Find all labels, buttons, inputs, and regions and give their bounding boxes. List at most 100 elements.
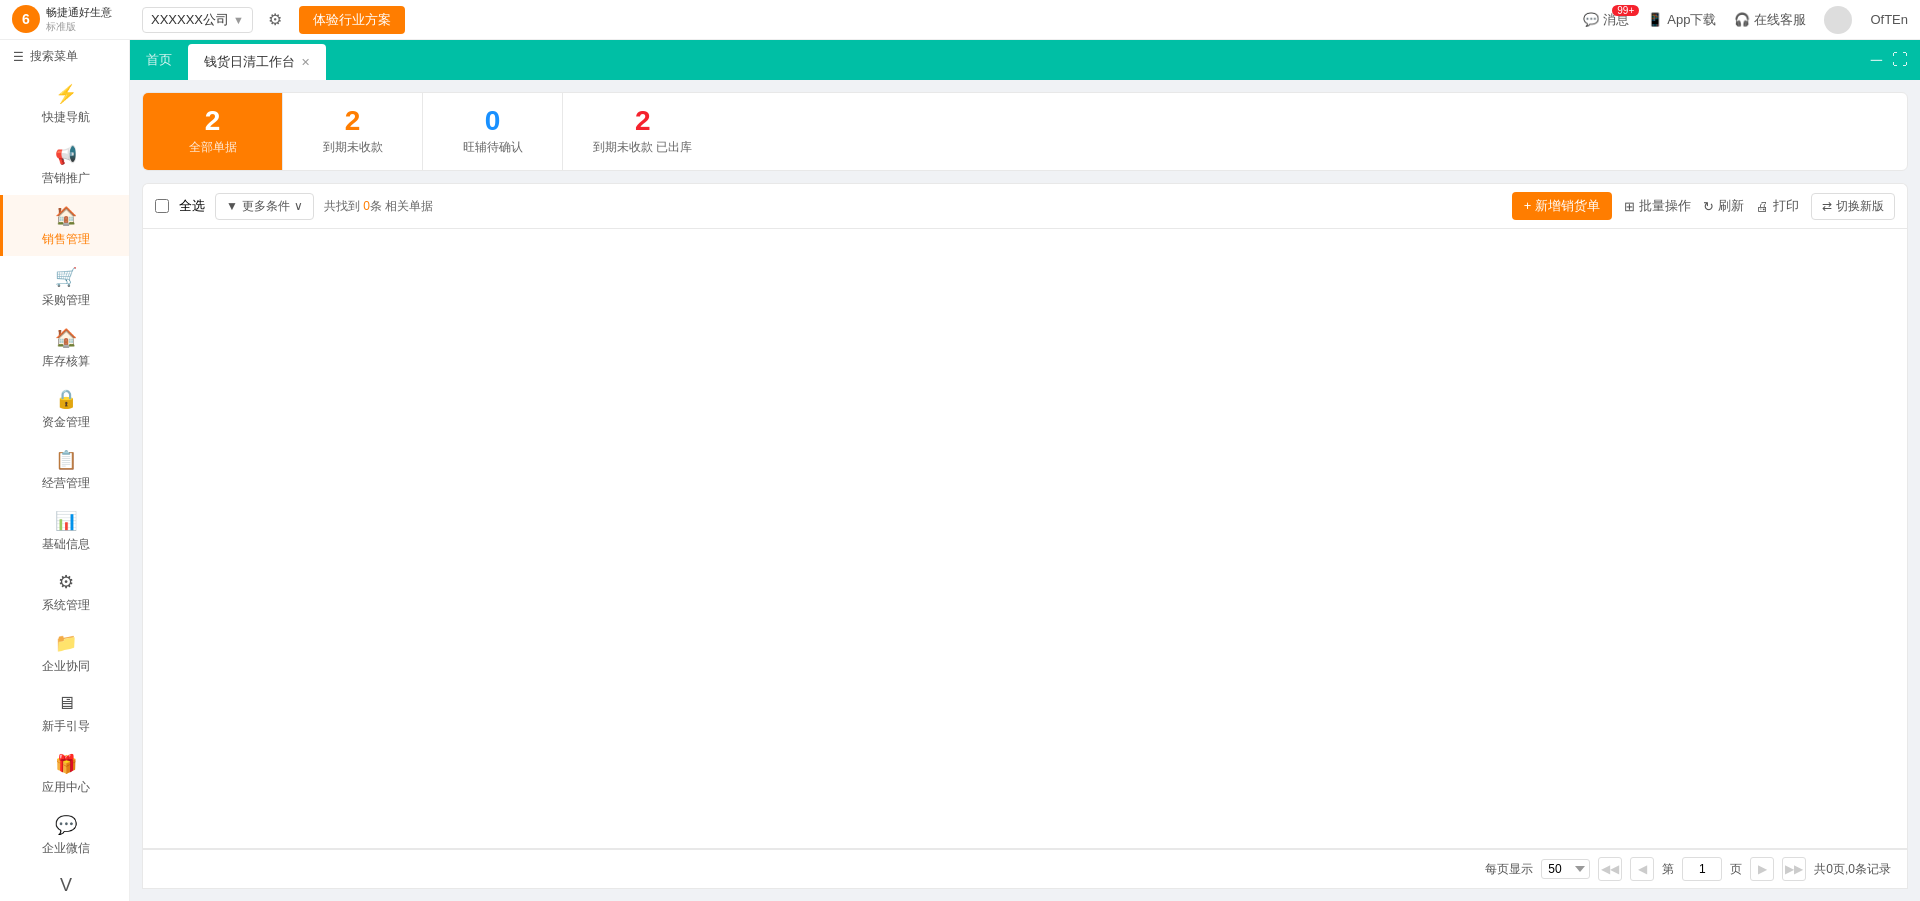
quick-nav-icon: ⚡ [55,83,77,105]
main-layout: ☰ 搜索菜单 ⚡ 快捷导航 📢 营销推广 🏠 销售管理 🛒 采购管理 🏠 库存核… [0,40,1920,901]
sidebar-item-enterprise[interactable]: 📁 企业协同 [0,622,129,683]
stat-pending-confirm[interactable]: 0 旺辅待确认 [423,93,563,170]
toolbar-left: 全选 ▼ 更多条件 ∨ 共找到 0条 相关单据 [155,193,1502,220]
chevron-down-icon: ▼ [233,14,244,26]
app-name: 畅捷通好生意 [46,5,112,19]
tab-work-bench[interactable]: 钱货日清工作台 ✕ [188,44,326,80]
found-text: 共找到 0条 相关单据 [324,198,433,215]
appstore-icon: 🎁 [55,753,77,775]
stat-label-all: 全部单据 [189,139,237,156]
app-download-button[interactable]: 📱 App下载 [1647,11,1716,29]
refresh-icon: ↻ [1703,199,1714,214]
search-icon: ☰ [13,50,24,64]
table-empty-state [143,229,1907,848]
enterprise-icon: 📁 [55,632,77,654]
logo-icon: 6 [12,5,40,33]
gear-icon: ⚙ [268,10,282,29]
avatar[interactable] [1824,6,1852,34]
batch-ops-button[interactable]: ⊞ 批量操作 [1624,197,1691,215]
switch-version-button[interactable]: ⇄ 切换新版 [1811,193,1895,220]
system-icon: ⚙ [58,571,74,593]
headset-icon: 🎧 [1734,12,1750,27]
top-header: 6 畅捷通好生意 标准版 XXXXXX公司 ▼ ⚙ 体验行业方案 💬 消息 99… [0,0,1920,40]
batch-icon: ⊞ [1624,199,1635,214]
operations-icon: 📋 [55,449,77,471]
marketing-icon: 📢 [55,144,77,166]
finance-icon: 🔒 [55,388,77,410]
stat-overdue-payment[interactable]: 2 到期未收款 [283,93,423,170]
refresh-button[interactable]: ↻ 刷新 [1703,197,1744,215]
filter-button[interactable]: ▼ 更多条件 ∨ [215,193,314,220]
message-button[interactable]: 💬 消息 99+ [1583,11,1629,29]
stat-label-shipped: 到期未收款 已出库 [593,139,692,156]
found-count: 0 [363,199,370,213]
company-selector[interactable]: XXXXXX公司 ▼ [142,7,253,33]
sidebar-item-newbie[interactable]: 🖥 新手引导 [0,683,129,743]
settings-button[interactable]: ⚙ [261,6,289,34]
last-page-button[interactable]: ▶▶ [1782,857,1806,881]
print-icon: 🖨 [1756,199,1769,214]
sidebar-item-appstore[interactable]: 🎁 应用中心 [0,743,129,804]
stat-number-overdue: 2 [345,107,361,135]
tab-bar: 首页 钱货日清工作台 ✕ ─ ⛶ [130,40,1920,80]
tab-bar-right: ─ ⛶ [1871,51,1920,69]
page-content: 2 全部单据 2 到期未收款 0 旺辅待确认 2 到期未收款 已出库 [130,80,1920,901]
sidebar-item-finance[interactable]: 🔒 资金管理 [0,378,129,439]
search-menu-item[interactable]: ☰ 搜索菜单 [0,40,129,73]
stat-number-all: 2 [205,107,221,135]
toolbar-right: + 新增销货单 ⊞ 批量操作 ↻ 刷新 🖨 打印 ⇄ [1512,192,1895,220]
minimize-button[interactable]: ─ [1871,51,1882,69]
prev-page-button[interactable]: ◀ [1630,857,1654,881]
page-size-label: 每页显示 [1485,861,1533,878]
sidebar-item-wechat[interactable]: 💬 企业微信 [0,804,129,865]
sidebar-item-purchase[interactable]: 🛒 采购管理 [0,256,129,317]
sidebar-item-sales[interactable]: 🏠 销售管理 [0,195,129,256]
first-page-button[interactable]: ◀◀ [1598,857,1622,881]
stat-overdue-shipped[interactable]: 2 到期未收款 已出库 [563,93,722,170]
switch-icon: ⇄ [1822,199,1832,213]
online-service-button[interactable]: 🎧 在线客服 [1734,11,1806,29]
stat-all-orders[interactable]: 2 全部单据 [143,93,283,170]
sales-icon: 🏠 [55,205,77,227]
maximize-button[interactable]: ⛶ [1892,51,1908,69]
sidebar-item-marketing[interactable]: 📢 营销推广 [0,134,129,195]
next-page-button[interactable]: ▶ [1750,857,1774,881]
stat-number-shipped: 2 [635,107,651,135]
inventory-icon: 🏠 [55,327,77,349]
username-label[interactable]: OfTEn [1870,12,1908,27]
stat-label-overdue: 到期未收款 [323,139,383,156]
sidebar-item-quick-nav[interactable]: ⚡ 快捷导航 [0,73,129,134]
sidebar-item-system[interactable]: ⚙ 系统管理 [0,561,129,622]
toolbar: 全选 ▼ 更多条件 ∨ 共找到 0条 相关单据 + 新增销货单 ⊞ 批量操作 [142,183,1908,228]
select-all-checkbox[interactable] [155,199,169,213]
wechat-icon: 💬 [55,814,77,836]
select-all-label: 全选 [179,197,205,215]
sidebar-item-inventory[interactable]: 🏠 库存核算 [0,317,129,378]
header-right: 💬 消息 99+ 📱 App下载 🎧 在线客服 OfTEn [1583,6,1908,34]
current-page-input[interactable] [1682,857,1722,881]
page-label: 第 [1662,861,1674,878]
company-name: XXXXXX公司 [151,11,229,29]
tab-home[interactable]: 首页 [130,40,188,80]
app-version: 标准版 [46,20,112,34]
sidebar-item-member[interactable]: V 畅会员 [0,865,129,901]
tab-close-icon[interactable]: ✕ [301,56,310,69]
member-icon: V [60,875,72,896]
purchase-icon: 🛒 [55,266,77,288]
print-button[interactable]: 🖨 打印 [1756,197,1799,215]
message-icon: 💬 [1583,12,1599,27]
add-order-button[interactable]: + 新增销货单 [1512,192,1612,220]
filter-icon: ▼ [226,199,238,213]
sidebar-item-basic-info[interactable]: 📊 基础信息 [0,500,129,561]
content-area: 首页 钱货日清工作台 ✕ ─ ⛶ 2 全部单据 2 到期未收款 [130,40,1920,901]
basic-info-icon: 📊 [55,510,77,532]
sidebar-item-operations[interactable]: 📋 经营管理 [0,439,129,500]
newbie-icon: 🖥 [57,693,75,714]
sidebar: ☰ 搜索菜单 ⚡ 快捷导航 📢 营销推广 🏠 销售管理 🛒 采购管理 🏠 库存核… [0,40,130,901]
pagination: 每页显示 10 20 50 100 ◀◀ ◀ 第 页 ▶ ▶▶ 共0页,0条记录 [142,849,1908,889]
chevron-down-icon: ∨ [294,199,303,213]
message-badge: 99+ [1612,5,1639,16]
trial-button[interactable]: 体验行业方案 [299,6,405,34]
page-size-select[interactable]: 10 20 50 100 [1541,859,1590,879]
download-icon: 📱 [1647,12,1663,27]
